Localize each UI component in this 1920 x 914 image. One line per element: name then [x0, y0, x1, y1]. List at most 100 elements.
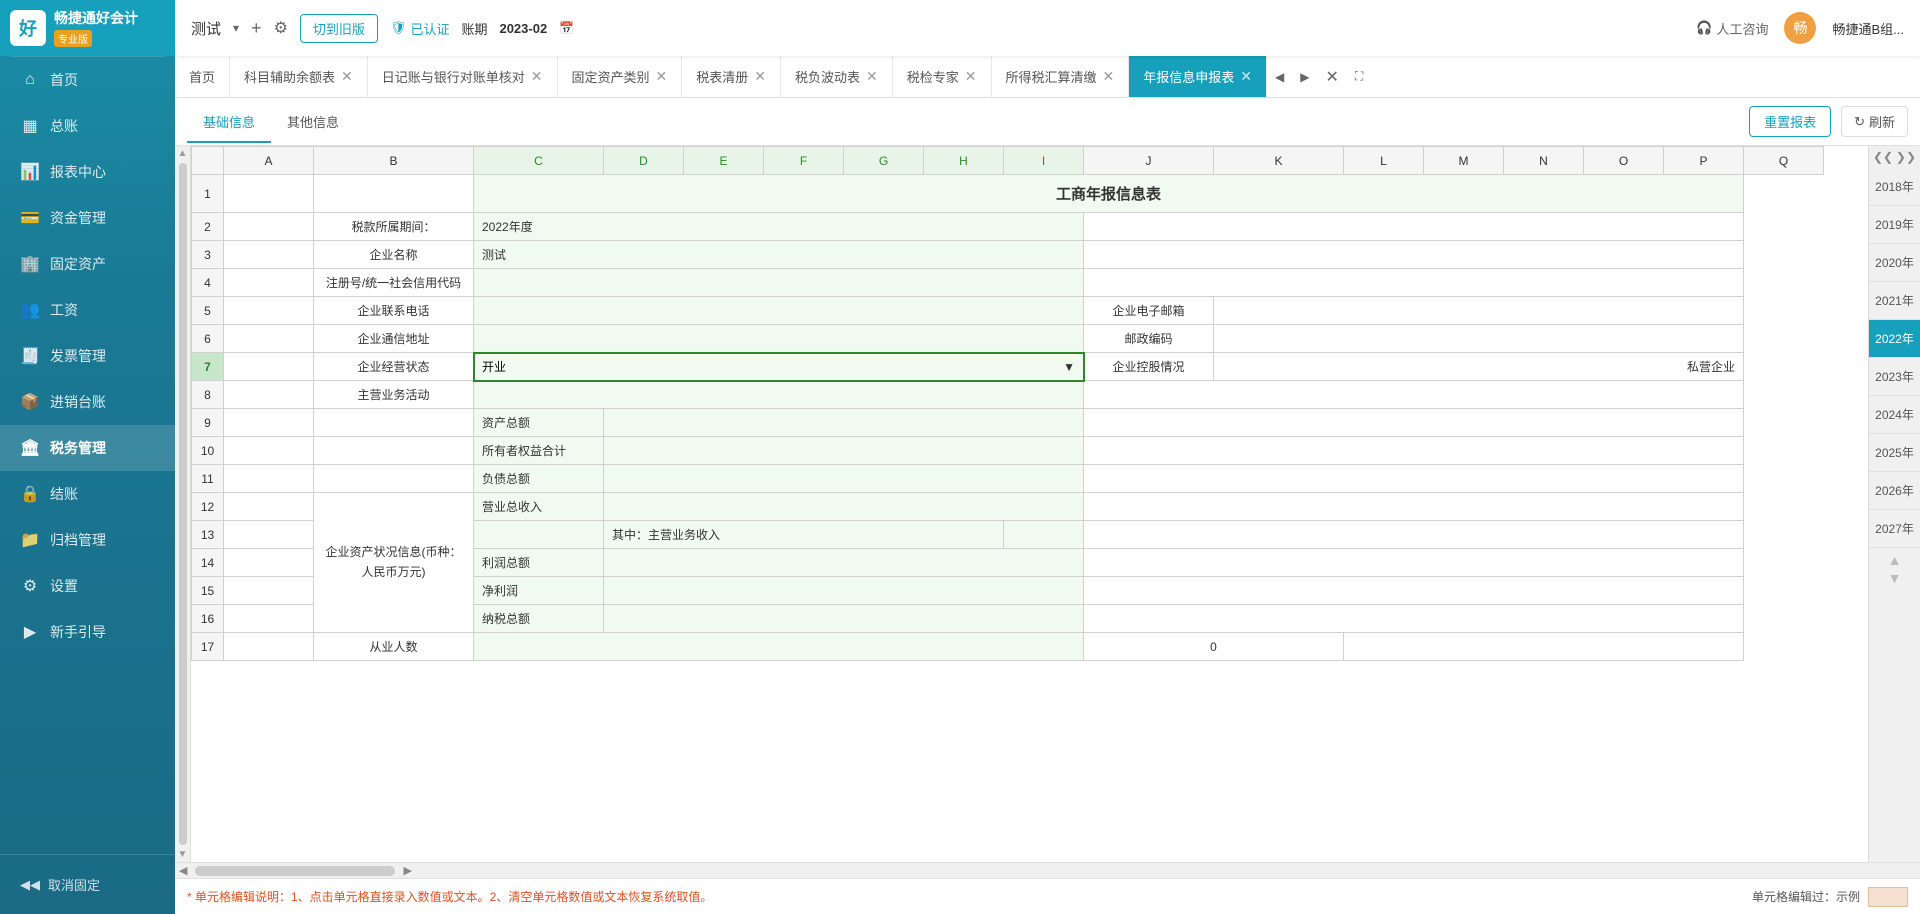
cell-8a[interactable] — [224, 381, 314, 409]
tab-close-icon[interactable]: ✕ — [656, 68, 668, 85]
col-header-n[interactable]: N — [1504, 147, 1584, 175]
cell-12a[interactable] — [224, 493, 314, 521]
cell-6b[interactable]: 企业通信地址 — [314, 325, 474, 353]
cell-17b[interactable]: 从业人数 — [314, 633, 474, 661]
cell-9d[interactable] — [604, 409, 1084, 437]
refresh-button[interactable]: ↻ 刷新 — [1841, 106, 1908, 137]
tab-close-icon[interactable]: ✕ — [965, 68, 977, 85]
cell-5b[interactable]: 企业联系电话 — [314, 297, 474, 325]
year-down-icon[interactable]: ▼ — [1888, 570, 1902, 586]
cell-17c[interactable] — [474, 633, 1084, 661]
switch-old-version-button[interactable]: 切到旧版 — [300, 14, 378, 43]
tab-close-icon[interactable]: ✕ — [866, 68, 878, 85]
year-item-2021[interactable]: 2021年 — [1869, 282, 1920, 320]
tab-close-icon[interactable]: ✕ — [754, 68, 766, 85]
calendar-icon[interactable]: 📅 — [559, 21, 574, 35]
tab-close-icon[interactable]: ✕ — [1103, 68, 1115, 85]
sidebar-item-assets[interactable]: 🏢 固定资产 — [0, 241, 175, 287]
cell-11b[interactable] — [314, 465, 474, 493]
sidebar-item-tax[interactable]: 🏛 税务管理 — [0, 425, 175, 471]
tab-expand-button[interactable]: ⛶ — [1347, 56, 1371, 97]
cell-11c[interactable]: 负债总额 — [474, 465, 604, 493]
cell-7c-dropdown[interactable]: 开业 ▼ — [474, 353, 1084, 381]
cell-15c[interactable]: 净利润 — [474, 577, 604, 605]
sidebar-item-ledger[interactable]: ▦ 总账 — [0, 103, 175, 149]
sidebar-item-inventory[interactable]: 📦 进销台账 — [0, 379, 175, 425]
cell-10b[interactable] — [314, 437, 474, 465]
col-header-h[interactable]: H — [924, 147, 1004, 175]
cell-12j[interactable] — [1084, 493, 1744, 521]
col-header-k[interactable]: K — [1214, 147, 1344, 175]
sidebar-item-guide[interactable]: ▶ 新手引导 — [0, 609, 175, 655]
cell-3c[interactable]: 测试 — [474, 241, 1084, 269]
cell-8c[interactable] — [474, 381, 1084, 409]
spreadsheet-container[interactable]: A B C D E F G H I J K L M — [191, 146, 1868, 862]
cell-14c[interactable]: 利润总额 — [474, 549, 604, 577]
cell-17l[interactable] — [1344, 633, 1744, 661]
sidebar-item-close[interactable]: 🔒 结账 — [0, 471, 175, 517]
cell-6a[interactable] — [224, 325, 314, 353]
cell-13j[interactable] — [1084, 521, 1744, 549]
tab-taxreturn[interactable]: 税表清册 ✕ — [682, 56, 781, 97]
cell-8j[interactable] — [1084, 381, 1744, 409]
reset-report-button[interactable]: 重置报表 — [1749, 106, 1831, 137]
header-add-button[interactable]: + — [251, 18, 262, 39]
cell-13i[interactable] — [1004, 521, 1084, 549]
cell-15a[interactable] — [224, 577, 314, 605]
sidebar-item-invoice[interactable]: 🧾 发票管理 — [0, 333, 175, 379]
cell-4j[interactable] — [1084, 269, 1744, 297]
col-header-p[interactable]: P — [1664, 147, 1744, 175]
cell-3a[interactable] — [224, 241, 314, 269]
year-item-2019[interactable]: 2019年 — [1869, 206, 1920, 244]
tab-close-all-button[interactable]: ✕ — [1317, 56, 1346, 97]
cell-17j[interactable]: 0 — [1084, 633, 1344, 661]
sidebar-item-fund[interactable]: 💳 资金管理 — [0, 195, 175, 241]
year-item-2026[interactable]: 2026年 — [1869, 472, 1920, 510]
cell-12c[interactable]: 营业总收入 — [474, 493, 604, 521]
cell-7k[interactable]: 私营企业 — [1214, 353, 1744, 381]
col-header-a[interactable]: A — [224, 147, 314, 175]
col-header-g[interactable]: G — [844, 147, 924, 175]
cell-14d[interactable] — [604, 549, 1084, 577]
cell-15j[interactable] — [1084, 577, 1744, 605]
cell-4b[interactable]: 注册号/统一社会信用代码 — [314, 269, 474, 297]
cell-16c[interactable]: 纳税总额 — [474, 605, 604, 633]
cell-3b[interactable]: 企业名称 — [314, 241, 474, 269]
year-item-2022[interactable]: 2022年 — [1869, 320, 1920, 358]
consult-button[interactable]: 🎧 人工咨询 — [1696, 19, 1768, 38]
cell-13c[interactable] — [474, 521, 604, 549]
sidebar-item-reports[interactable]: 📊 报表中心 — [0, 149, 175, 195]
vscroll-track[interactable] — [179, 163, 187, 845]
sidebar-item-archive[interactable]: 📁 归档管理 — [0, 517, 175, 563]
year-item-2018[interactable]: 2018年 — [1869, 168, 1920, 206]
cell-7a[interactable] — [224, 353, 314, 381]
cell-4a[interactable] — [224, 269, 314, 297]
cell-5c[interactable] — [474, 297, 1084, 325]
tab-close-icon[interactable]: ✕ — [1240, 68, 1252, 85]
cell-17a[interactable] — [224, 633, 314, 661]
cell-3j[interactable] — [1084, 241, 1744, 269]
cell-14j[interactable] — [1084, 549, 1744, 577]
cell-9a[interactable] — [224, 409, 314, 437]
sidebar-pin-button[interactable]: ◀◀ 取消固定 — [0, 865, 175, 904]
sub-tab-basic[interactable]: 基础信息 — [187, 102, 271, 143]
header-settings-icon[interactable]: ⚙ — [274, 18, 288, 38]
col-header-l[interactable]: L — [1344, 147, 1424, 175]
cell-13a[interactable] — [224, 521, 314, 549]
scroll-up-icon[interactable]: ▲ — [178, 148, 188, 159]
col-header-q[interactable]: Q — [1744, 147, 1824, 175]
year-item-2024[interactable]: 2024年 — [1869, 396, 1920, 434]
col-header-e[interactable]: E — [684, 147, 764, 175]
cell-2j[interactable] — [1084, 213, 1744, 241]
cell-5k[interactable] — [1214, 297, 1744, 325]
cell-2b[interactable]: 税款所属期间： — [314, 213, 474, 241]
cell-11j[interactable] — [1084, 465, 1744, 493]
year-item-2025[interactable]: 2025年 — [1869, 434, 1920, 472]
col-header-f[interactable]: F — [764, 147, 844, 175]
col-header-j[interactable]: J — [1084, 147, 1214, 175]
cell-1-title[interactable]: 工商年报信息表 — [474, 175, 1744, 213]
tab-taxwave[interactable]: 税负波动表 ✕ — [781, 56, 893, 97]
cell-12b-merged[interactable]: 企业资产状况信息(币种：人民币万元) — [314, 493, 474, 633]
cell-2a[interactable] — [224, 213, 314, 241]
tab-annual[interactable]: 年报信息申报表 ✕ — [1129, 56, 1267, 97]
